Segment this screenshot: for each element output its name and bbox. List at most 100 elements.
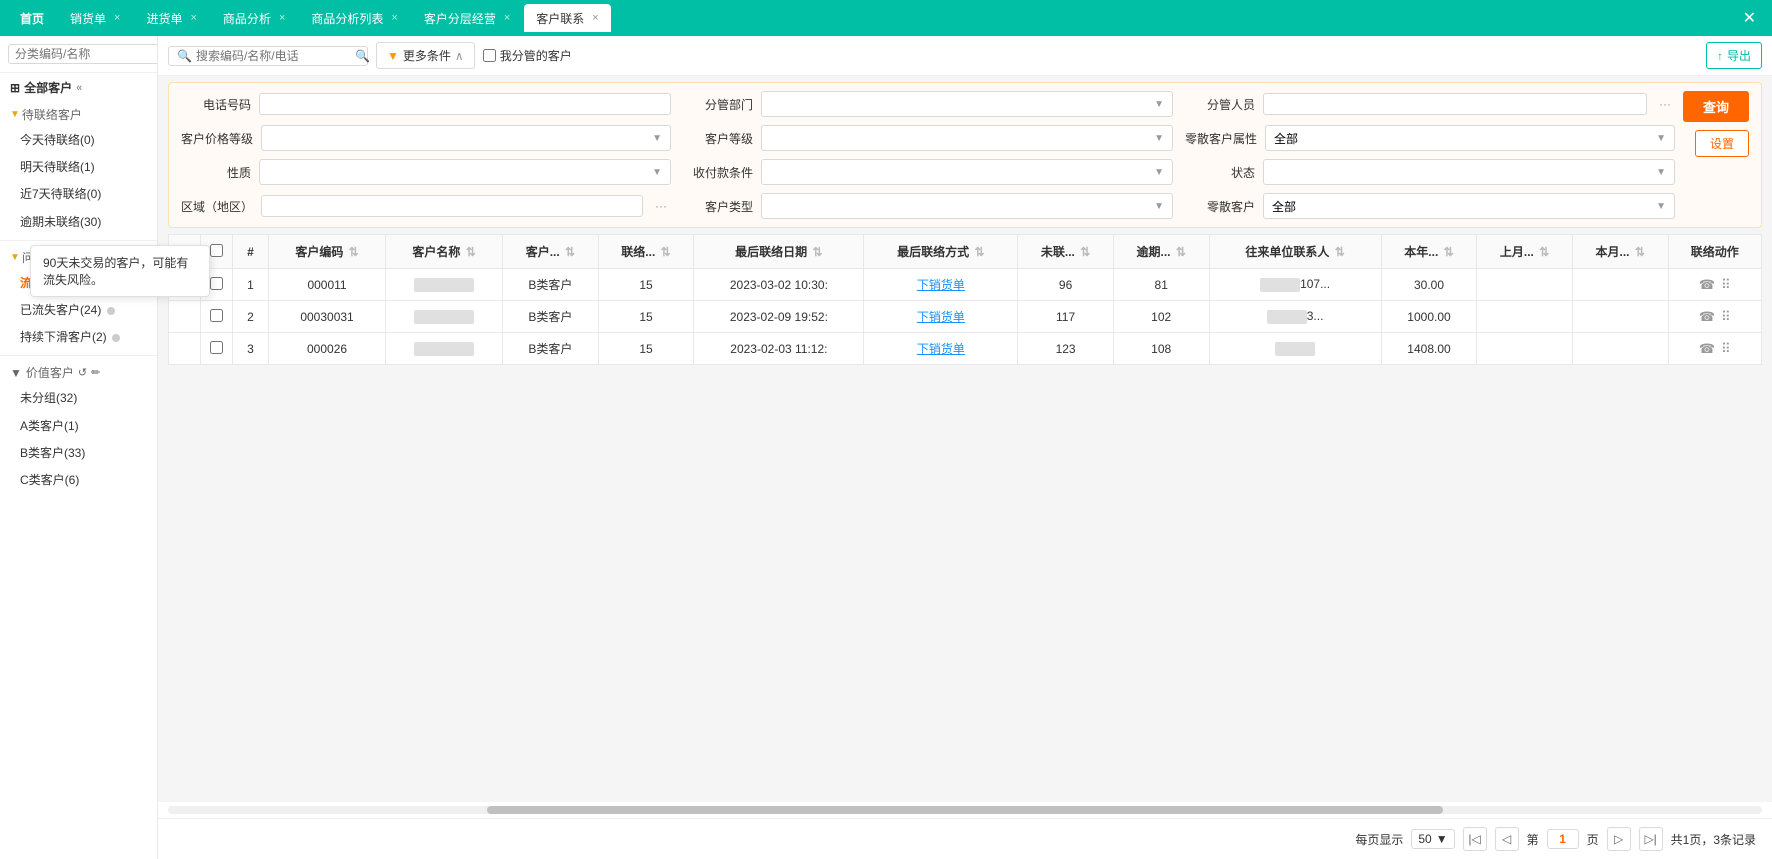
nav-tab-sales[interactable]: 销货单 × bbox=[58, 4, 132, 32]
sort-unlink-icon[interactable]: ⇅ bbox=[1080, 245, 1090, 259]
value-edit-icon[interactable]: ✏ bbox=[91, 366, 100, 379]
export-btn[interactable]: ↑ 导出 bbox=[1706, 42, 1762, 69]
search-clear-icon[interactable]: 🔍 bbox=[355, 49, 370, 63]
sidebar-item-today-contact[interactable]: 今天待联络(0) bbox=[0, 127, 157, 154]
close-purchase-tab[interactable]: × bbox=[190, 12, 196, 24]
sidebar-item-c-class[interactable]: C类客户(6) bbox=[0, 467, 157, 494]
sort-code-icon[interactable]: ⇅ bbox=[349, 245, 359, 259]
th-type[interactable]: 客户... ⇅ bbox=[503, 235, 599, 269]
td-cb-2[interactable] bbox=[201, 301, 233, 333]
sort-method-icon[interactable]: ⇅ bbox=[975, 245, 985, 259]
th-overdue[interactable]: 逾期... ⇅ bbox=[1113, 235, 1209, 269]
filter-retail-attr-select[interactable]: 全部 ▼ bbox=[1265, 125, 1675, 151]
method-link-2[interactable]: 下销货单 bbox=[917, 310, 965, 324]
filter-phone-input[interactable] bbox=[259, 93, 671, 115]
filter-dept-select[interactable]: ▼ bbox=[761, 91, 1173, 117]
search-box[interactable]: 🔍 🔍 bbox=[168, 46, 368, 66]
sidebar-group-pending[interactable]: ▼ 待联络客户 bbox=[0, 102, 157, 127]
value-refresh-icon[interactable]: ↺ bbox=[78, 366, 87, 379]
filter-nature-select[interactable]: ▼ bbox=[259, 159, 671, 185]
page-prev-btn[interactable]: ◁ bbox=[1495, 827, 1519, 851]
page-first-btn[interactable]: |◁ bbox=[1463, 827, 1487, 851]
sidebar-all-customers[interactable]: ⊞ 全部客户 « bbox=[0, 73, 157, 102]
row-3-checkbox[interactable] bbox=[210, 341, 223, 354]
more-action-icon-2[interactable]: ⠿ bbox=[1721, 309, 1731, 325]
th-name[interactable]: 客户名称 ⇅ bbox=[386, 235, 503, 269]
sidebar-item-a-class[interactable]: A类客户(1) bbox=[0, 413, 157, 440]
sidebar-group-value[interactable]: ▼ 价值客户 ↺ ✏ bbox=[0, 360, 157, 385]
filter-price-level-select[interactable]: ▼ bbox=[261, 125, 671, 151]
th-contact[interactable]: 联络... ⇅ bbox=[598, 235, 694, 269]
th-unit-contact[interactable]: 往来单位联系人 ⇅ bbox=[1209, 235, 1381, 269]
close-sales-tab[interactable]: × bbox=[114, 12, 120, 24]
sidebar-item-churned[interactable]: 已流失客户(24) bbox=[0, 297, 157, 324]
more-action-icon-1[interactable]: ⠿ bbox=[1721, 277, 1731, 293]
sort-unit-icon[interactable]: ⇅ bbox=[1335, 245, 1345, 259]
td-method-3[interactable]: 下销货单 bbox=[864, 333, 1018, 365]
sidebar-item-declining[interactable]: 持续下滑客户(2) bbox=[0, 324, 157, 351]
page-input[interactable] bbox=[1547, 829, 1579, 849]
close-customer-tier-tab[interactable]: × bbox=[504, 12, 510, 24]
nav-tab-analysis[interactable]: 商品分析 × bbox=[211, 4, 297, 32]
phone-action-icon-3[interactable]: ☎ bbox=[1699, 341, 1715, 357]
nav-tab-purchase[interactable]: 进货单 × bbox=[134, 4, 208, 32]
sort-year-icon[interactable]: ⇅ bbox=[1444, 245, 1454, 259]
more-conditions-btn[interactable]: ▼ 更多条件 ∧ bbox=[376, 42, 475, 69]
th-last-contact-method[interactable]: 最后联络方式 ⇅ bbox=[864, 235, 1018, 269]
th-last-contact-date[interactable]: 最后联络日期 ⇅ bbox=[694, 235, 864, 269]
th-unlink[interactable]: 未联... ⇅ bbox=[1018, 235, 1114, 269]
sidebar-collapse-icon[interactable]: « bbox=[76, 82, 82, 94]
sort-this-month-icon[interactable]: ⇅ bbox=[1635, 245, 1645, 259]
th-this-month[interactable]: 本月... ⇅ bbox=[1572, 235, 1668, 269]
query-btn[interactable]: 查询 bbox=[1683, 91, 1749, 122]
sort-type-icon[interactable]: ⇅ bbox=[565, 245, 575, 259]
filter-customer-level-select[interactable]: ▼ bbox=[761, 125, 1173, 151]
sidebar-item-tomorrow-contact[interactable]: 明天待联络(1) bbox=[0, 154, 157, 181]
close-customer-contact-tab[interactable]: × bbox=[592, 12, 598, 24]
filter-manager-dots[interactable]: ··· bbox=[1655, 97, 1675, 111]
nav-tab-analysis-list[interactable]: 商品分析列表 × bbox=[299, 4, 409, 32]
td-method-1[interactable]: 下销货单 bbox=[864, 269, 1018, 301]
scroll-thumb[interactable] bbox=[487, 806, 1443, 814]
nav-tab-home[interactable]: 首页 bbox=[8, 4, 56, 32]
scroll-track[interactable] bbox=[168, 806, 1762, 814]
scroll-bar-area[interactable] bbox=[158, 802, 1772, 818]
nav-tab-customer-tier[interactable]: 客户分层经营 × bbox=[412, 4, 522, 32]
select-all-checkbox[interactable] bbox=[210, 244, 223, 257]
sidebar-item-ungrouped[interactable]: 未分组(32) bbox=[0, 385, 157, 412]
sidebar-item-b-class[interactable]: B类客户(33) bbox=[0, 440, 157, 467]
filter-region-input[interactable] bbox=[261, 195, 643, 217]
th-this-year[interactable]: 本年... ⇅ bbox=[1381, 235, 1477, 269]
th-code[interactable]: 客户编码 ⇅ bbox=[269, 235, 386, 269]
close-analysis-list-tab[interactable]: × bbox=[391, 12, 397, 24]
sidebar-item-overdue-contact[interactable]: 逾期未联络(30) bbox=[0, 209, 157, 236]
sidebar-search-input[interactable] bbox=[8, 44, 158, 64]
row-2-checkbox[interactable] bbox=[210, 309, 223, 322]
td-cb-3[interactable] bbox=[201, 333, 233, 365]
sidebar-item-week-contact[interactable]: 近7天待联络(0) bbox=[0, 181, 157, 208]
settings-btn[interactable]: 设置 bbox=[1695, 130, 1749, 157]
filter-cust-type-select[interactable]: ▼ bbox=[761, 193, 1173, 219]
th-last-month[interactable]: 上月... ⇅ bbox=[1477, 235, 1573, 269]
filter-status-select[interactable]: ▼ bbox=[1263, 159, 1675, 185]
row-1-checkbox[interactable] bbox=[210, 277, 223, 290]
method-link-3[interactable]: 下销货单 bbox=[917, 342, 965, 356]
filter-manager-input[interactable] bbox=[1263, 93, 1647, 115]
filter-region-dots[interactable]: ··· bbox=[651, 199, 671, 213]
close-analysis-tab[interactable]: × bbox=[279, 12, 285, 24]
phone-action-icon-1[interactable]: ☎ bbox=[1699, 277, 1715, 293]
my-customers-checkbox-wrap[interactable]: 我分管的客户 bbox=[483, 47, 572, 64]
my-customers-checkbox[interactable] bbox=[483, 49, 496, 62]
page-size-select[interactable]: 50 ▼ bbox=[1411, 829, 1454, 849]
page-next-btn[interactable]: ▷ bbox=[1607, 827, 1631, 851]
filter-retail-cust-select[interactable]: 全部 ▼ bbox=[1263, 193, 1675, 219]
more-action-icon-3[interactable]: ⠿ bbox=[1721, 341, 1731, 357]
phone-action-icon-2[interactable]: ☎ bbox=[1699, 309, 1715, 325]
td-method-2[interactable]: 下销货单 bbox=[864, 301, 1018, 333]
sort-overdue-icon[interactable]: ⇅ bbox=[1176, 245, 1186, 259]
sort-date-icon[interactable]: ⇅ bbox=[813, 245, 823, 259]
method-link-1[interactable]: 下销货单 bbox=[917, 278, 965, 292]
nav-tab-customer-contact[interactable]: 客户联系 × bbox=[524, 4, 610, 32]
page-last-btn[interactable]: ▷| bbox=[1639, 827, 1663, 851]
nav-close-all-btn[interactable]: ✕ bbox=[1735, 8, 1764, 28]
